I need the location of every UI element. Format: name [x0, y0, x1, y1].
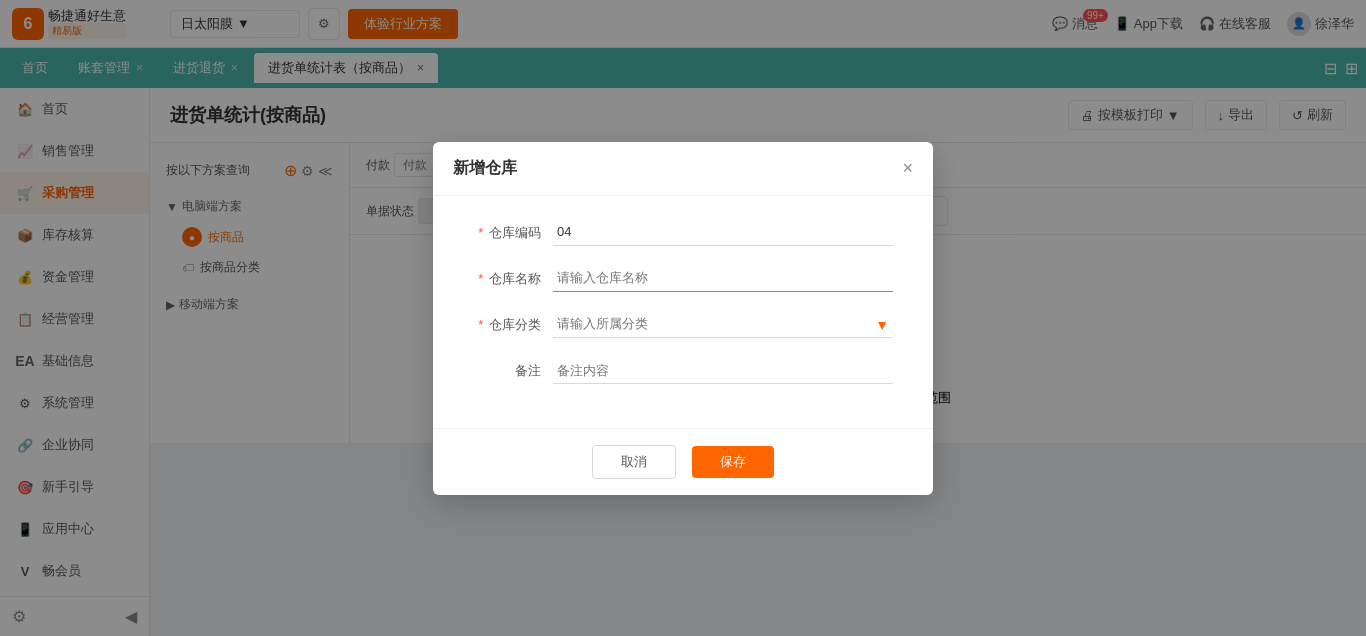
required-star-name: * [478, 271, 483, 286]
category-label: * 仓库分类 [473, 316, 553, 334]
save-button[interactable]: 保存 [692, 446, 774, 478]
code-label-text: 仓库编码 [489, 225, 541, 240]
required-star-code: * [478, 225, 483, 240]
category-select-wrapper: ▼ [553, 312, 893, 338]
name-label: * 仓库名称 [473, 270, 553, 288]
modal-footer: 取消 保存 [433, 428, 933, 495]
form-row-note: 备注 [473, 358, 893, 384]
required-star-category: * [478, 317, 483, 332]
code-label: * 仓库编码 [473, 224, 553, 242]
modal-title: 新增仓库 [453, 158, 517, 179]
form-row-name: * 仓库名称 [473, 266, 893, 292]
warehouse-code-input[interactable] [553, 220, 893, 246]
cancel-button[interactable]: 取消 [592, 445, 676, 479]
warehouse-category-input[interactable] [553, 312, 893, 338]
add-warehouse-modal: 新增仓库 × * 仓库编码 * 仓库名称 [433, 142, 933, 495]
modal-body: * 仓库编码 * 仓库名称 * 仓库分类 [433, 196, 933, 428]
note-label: 备注 [473, 362, 553, 380]
modal-close-button[interactable]: × [902, 159, 913, 177]
note-label-text: 备注 [515, 363, 541, 378]
category-label-text: 仓库分类 [489, 317, 541, 332]
warehouse-note-input[interactable] [553, 358, 893, 384]
name-label-text: 仓库名称 [489, 271, 541, 286]
form-row-category: * 仓库分类 ▼ [473, 312, 893, 338]
warehouse-name-input[interactable] [553, 266, 893, 292]
modal-overlay[interactable]: 新增仓库 × * 仓库编码 * 仓库名称 [0, 0, 1366, 636]
modal-header: 新增仓库 × [433, 142, 933, 196]
form-row-code: * 仓库编码 [473, 220, 893, 246]
